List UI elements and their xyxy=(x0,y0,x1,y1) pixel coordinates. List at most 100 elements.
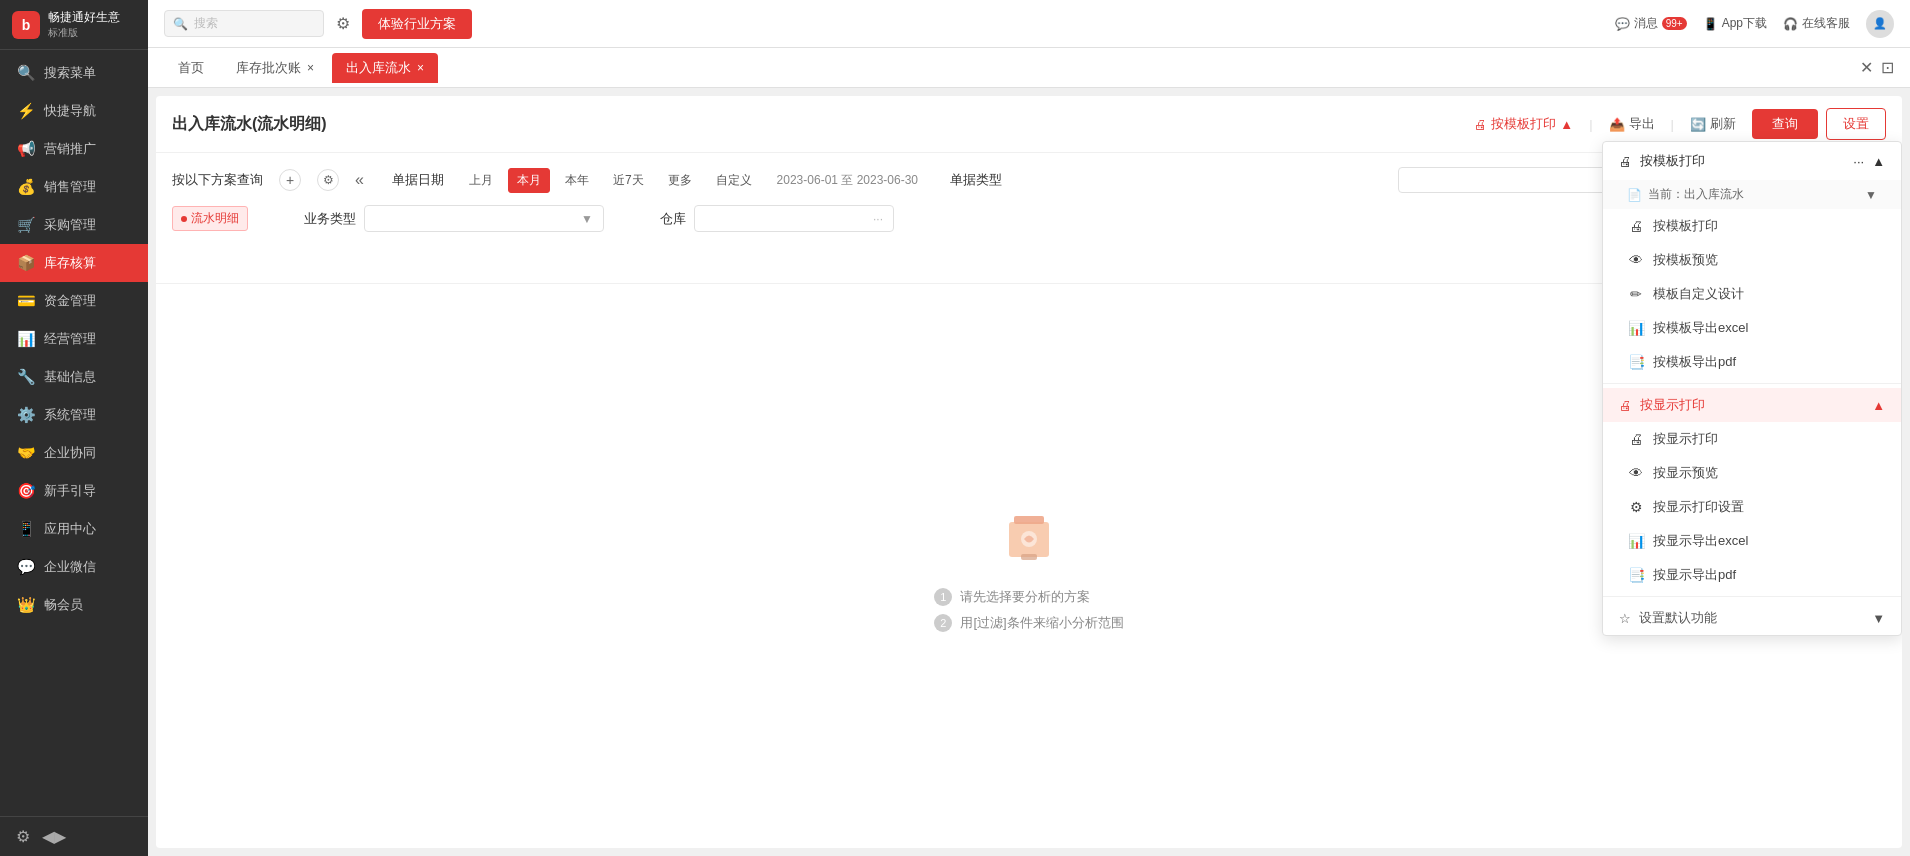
phone-icon: 📱 xyxy=(1703,17,1718,31)
msg-label: 消息 xyxy=(1634,15,1658,32)
date-btn-prev-month[interactable]: 上月 xyxy=(460,168,502,193)
sidebar-item-apps[interactable]: 📱 应用中心 xyxy=(0,510,148,548)
display-preview-label: 按显示预览 xyxy=(1653,464,1718,482)
display-export-excel-label: 按显示导出excel xyxy=(1653,532,1748,550)
wechat-icon: 💬 xyxy=(16,558,36,576)
warehouse-label: 仓库 xyxy=(660,210,686,228)
tab-inventory-batch[interactable]: 库存批次账 × xyxy=(222,53,328,83)
industry-btn[interactable]: 体验行业方案 xyxy=(362,9,472,39)
topbar-search-box[interactable]: 🔍 搜索 xyxy=(164,10,324,37)
date-btn-more[interactable]: 更多 xyxy=(659,168,701,193)
collapse-icon[interactable]: ◀▶ xyxy=(42,827,66,846)
vip-label: 畅会员 xyxy=(44,596,83,614)
filter-add-btn[interactable]: + xyxy=(279,169,301,191)
date-btn-year[interactable]: 本年 xyxy=(556,168,598,193)
template-preview-label: 按模板预览 xyxy=(1653,251,1718,269)
sidebar-item-search[interactable]: 🔍 搜索菜单 xyxy=(0,54,148,92)
chevron-up-icon[interactable]: ▲ xyxy=(1872,154,1885,169)
sidebar-item-guide[interactable]: 🎯 新手引导 xyxy=(0,472,148,510)
print-item-icon: 🖨 xyxy=(1627,218,1645,234)
warehouse-value xyxy=(705,211,709,226)
settings-icon[interactable]: ⚙ xyxy=(16,827,30,846)
window-close-btn[interactable]: ✕ xyxy=(1860,58,1873,77)
tab-home[interactable]: 首页 xyxy=(164,53,218,83)
search-label: 搜索菜单 xyxy=(44,64,96,82)
topbar-right: 💬 消息 99+ 📱 App下载 🎧 在线客服 👤 xyxy=(1615,10,1894,38)
window-maximize-btn[interactable]: ⊡ xyxy=(1881,58,1894,77)
sidebar-item-system[interactable]: ⚙️ 系统管理 xyxy=(0,396,148,434)
filter-collapse-icon[interactable]: « xyxy=(355,171,364,189)
inventory-icon: 📦 xyxy=(16,254,36,272)
print-template-btn[interactable]: 🖨 按模板打印 ▲ xyxy=(1466,111,1581,137)
sidebar-item-wechat[interactable]: 💬 企业微信 xyxy=(0,548,148,586)
sidebar-item-inventory[interactable]: 📦 库存核算 xyxy=(0,244,148,282)
template-custom-item[interactable]: ✏ 模板自定义设计 xyxy=(1603,277,1901,311)
query-btn[interactable]: 查询 xyxy=(1752,109,1818,139)
customer-service-btn[interactable]: 🎧 在线客服 xyxy=(1783,15,1850,32)
sidebar: b 畅捷通好生意 标准版 🔍 搜索菜单 ⚡ 快捷导航 📢 营销推广 💰 销售管理… xyxy=(0,0,148,856)
date-btn-current-month[interactable]: 本月 xyxy=(508,168,550,193)
export-btn[interactable]: 📤 导出 xyxy=(1601,111,1663,137)
topbar: 🔍 搜索 ⚙ 体验行业方案 💬 消息 99+ 📱 App下载 🎧 在线客服 👤 xyxy=(148,0,1910,48)
sidebar-item-purchase[interactable]: 🛒 采购管理 xyxy=(0,206,148,244)
preview-item-icon: 👁 xyxy=(1627,252,1645,268)
biz-type-select[interactable]: ▼ xyxy=(364,205,604,232)
template-export-pdf-item[interactable]: 📑 按模板导出pdf xyxy=(1603,345,1901,379)
display-excel-icon: 📊 xyxy=(1627,533,1645,549)
biz-type-arrow: ▼ xyxy=(581,212,593,226)
default-settings-icon: ☆ xyxy=(1619,611,1631,626)
display-print-item[interactable]: 🖨 按显示打印 xyxy=(1603,422,1901,456)
svg-rect-3 xyxy=(1021,554,1037,560)
vip-icon: 👑 xyxy=(16,596,36,614)
tab-flow-close[interactable]: × xyxy=(417,61,424,75)
tab-flow[interactable]: 出入库流水 × xyxy=(332,53,438,83)
display-export-pdf-item[interactable]: 📑 按显示导出pdf xyxy=(1603,558,1901,592)
operations-label: 经营管理 xyxy=(44,330,96,348)
display-preview-icon: 👁 xyxy=(1627,465,1645,481)
current-arrow[interactable]: ▼ xyxy=(1865,188,1877,202)
tab-batch-close[interactable]: × xyxy=(307,61,314,75)
sidebar-item-basic[interactable]: 🔧 基础信息 xyxy=(0,358,148,396)
template-export-excel-item[interactable]: 📊 按模板导出excel xyxy=(1603,311,1901,345)
date-btn-7days[interactable]: 近7天 xyxy=(604,168,653,193)
sidebar-item-vip[interactable]: 👑 畅会员 xyxy=(0,586,148,624)
sidebar-item-finance[interactable]: 💳 资金管理 xyxy=(0,282,148,320)
default-settings-arrow[interactable]: ▼ xyxy=(1872,611,1885,626)
date-btn-custom[interactable]: 自定义 xyxy=(707,168,761,193)
sep1: | xyxy=(1589,117,1592,132)
template-preview-item[interactable]: 👁 按模板预览 xyxy=(1603,243,1901,277)
display-chevron-up[interactable]: ▲ xyxy=(1872,398,1885,413)
sidebar-item-enterprise[interactable]: 🤝 企业协同 xyxy=(0,434,148,472)
display-print-settings-item[interactable]: ⚙ 按显示打印设置 xyxy=(1603,490,1901,524)
template-print-header[interactable]: 🖨 按模板打印 ··· ▲ xyxy=(1603,142,1901,180)
refresh-btn[interactable]: 🔄 刷新 xyxy=(1682,111,1744,137)
guide-icon: 🎯 xyxy=(16,482,36,500)
topbar-gear-icon[interactable]: ⚙ xyxy=(336,14,350,33)
excel-item-icon: 📊 xyxy=(1627,320,1645,336)
display-export-excel-item[interactable]: 📊 按显示导出excel xyxy=(1603,524,1901,558)
user-avatar[interactable]: 👤 xyxy=(1866,10,1894,38)
app-download-btn[interactable]: 📱 App下载 xyxy=(1703,15,1767,32)
sidebar-item-marketing[interactable]: 📢 营销推广 xyxy=(0,130,148,168)
current-icon: 📄 xyxy=(1627,188,1642,202)
messages-btn[interactable]: 💬 消息 99+ xyxy=(1615,15,1687,32)
display-print-icon: 🖨 xyxy=(1627,431,1645,447)
sidebar-item-operations[interactable]: 📊 经营管理 xyxy=(0,320,148,358)
dots-icon[interactable]: ··· xyxy=(1853,154,1864,169)
warehouse-more[interactable]: ··· xyxy=(873,212,883,226)
marketing-icon: 📢 xyxy=(16,140,36,158)
quick-nav-label: 快捷导航 xyxy=(44,102,96,120)
filter-setting-btn[interactable]: ⚙ xyxy=(317,169,339,191)
warehouse-select[interactable]: ··· xyxy=(694,205,894,232)
setup-btn[interactable]: 设置 xyxy=(1826,108,1886,140)
biz-type-label: 业务类型 xyxy=(304,210,356,228)
basic-icon: 🔧 xyxy=(16,368,36,386)
display-preview-item[interactable]: 👁 按显示预览 xyxy=(1603,456,1901,490)
default-settings-item[interactable]: ☆ 设置默认功能 ▼ xyxy=(1603,601,1901,635)
sidebar-item-quick-nav[interactable]: ⚡ 快捷导航 xyxy=(0,92,148,130)
empty-step-1: 1 请先选择要分析的方案 xyxy=(934,588,1123,606)
sidebar-item-sales[interactable]: 💰 销售管理 xyxy=(0,168,148,206)
biz-type-value xyxy=(375,211,379,226)
display-print-header[interactable]: 🖨 按显示打印 ▲ xyxy=(1603,388,1901,422)
template-print-item[interactable]: 🖨 按模板打印 xyxy=(1603,209,1901,243)
